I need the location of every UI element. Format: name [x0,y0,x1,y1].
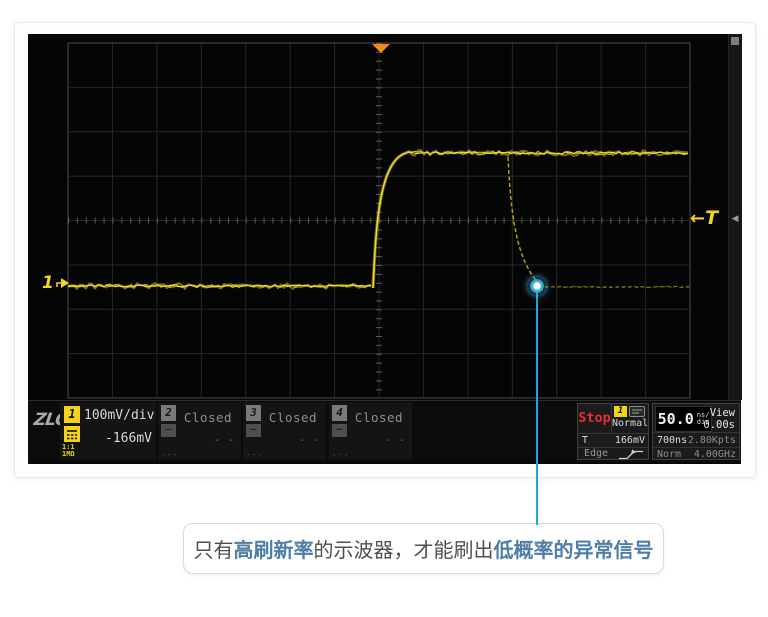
trigger-level-marker[interactable]: ←T [690,207,718,229]
channel1-scale: 100mV/div [84,408,152,423]
channel2-status: Closed [178,410,238,425]
trigger-arrow-icon: ← [690,208,705,229]
channel4-dashes: - - [385,435,406,446]
caption-box: 只有高刷新率的示波器，才能刷出低概率的异常信号 [183,523,664,574]
sample-rate: 4.00GHz [694,448,736,461]
channel1-ground-marker[interactable]: 1 [42,273,70,293]
channel3-minus: – [246,424,261,437]
trigger-level-value: 166mV [615,434,645,447]
channel4-block[interactable]: 4 – Closed - - -·- [329,402,412,460]
view-label: View [710,407,735,419]
channel3-submark: -·- [246,450,263,459]
channel1-probe-info: 1:1 1MΩ [62,444,75,458]
trigger-panel[interactable]: Stop 1 Normal T 166mV Edge [577,403,649,460]
trigger-mode: Normal [612,418,648,429]
run-state[interactable]: Stop [578,404,612,433]
channel1-offset: -166mV [84,431,152,446]
channel2-minus: – [161,424,176,437]
channel3-dashes: - - [299,435,320,446]
channel3-block[interactable]: 3 – Closed - - -·- [243,402,326,460]
trigger-type: Edge [584,448,608,460]
view-value: 0.00s [703,419,735,431]
channel4-minus: – [332,424,347,437]
caption-text: 只有高刷新率的示波器，才能刷出低概率的异常信号 [194,534,654,563]
acquisition-mode: Norm [657,448,681,461]
channel4-submark: -·- [332,450,349,459]
channel2-badge: 2 [161,405,176,421]
channel2-dashes: - - [214,435,235,446]
channel2-submark: -·- [161,450,178,459]
memory-depth: 2.80Kpts [688,433,736,448]
trigger-delay: 700ns [657,433,687,448]
channel1-badge: 1 [64,406,80,423]
channel3-status: Closed [263,410,323,425]
glitch-highlight-dot [528,277,546,295]
trigger-source-badge: 1 [614,406,627,417]
trigger-t-label: T [582,434,588,447]
channel4-status: Closed [349,410,409,425]
channel3-badge: 3 [246,405,261,421]
channel1-marker-arrow-icon [55,276,70,290]
callout-connector-line [536,292,538,525]
trigger-level-bezel-icon[interactable]: ◀ [729,213,741,225]
channel1-coupling-icon [64,426,80,442]
channel1-block[interactable]: 1 1:1 1MΩ 100mV/div -166mV [60,402,156,460]
channel4-badge: 4 [332,405,347,421]
timebase-panel[interactable]: 50.0 ns/ div View 0.00s 700ns 2.80Kpts N… [652,403,740,460]
trigger-source-icon [629,406,645,417]
channel2-block[interactable]: 2 – Closed - - -·- [158,402,241,460]
page: ◀ 1 ←T ZLG® 1 1:1 1MΩ 100mV/div -166mV [0,0,768,617]
rising-edge-icon [618,449,644,460]
timebase-scale: 50.0 [658,410,694,428]
bezel-notch [731,37,739,45]
